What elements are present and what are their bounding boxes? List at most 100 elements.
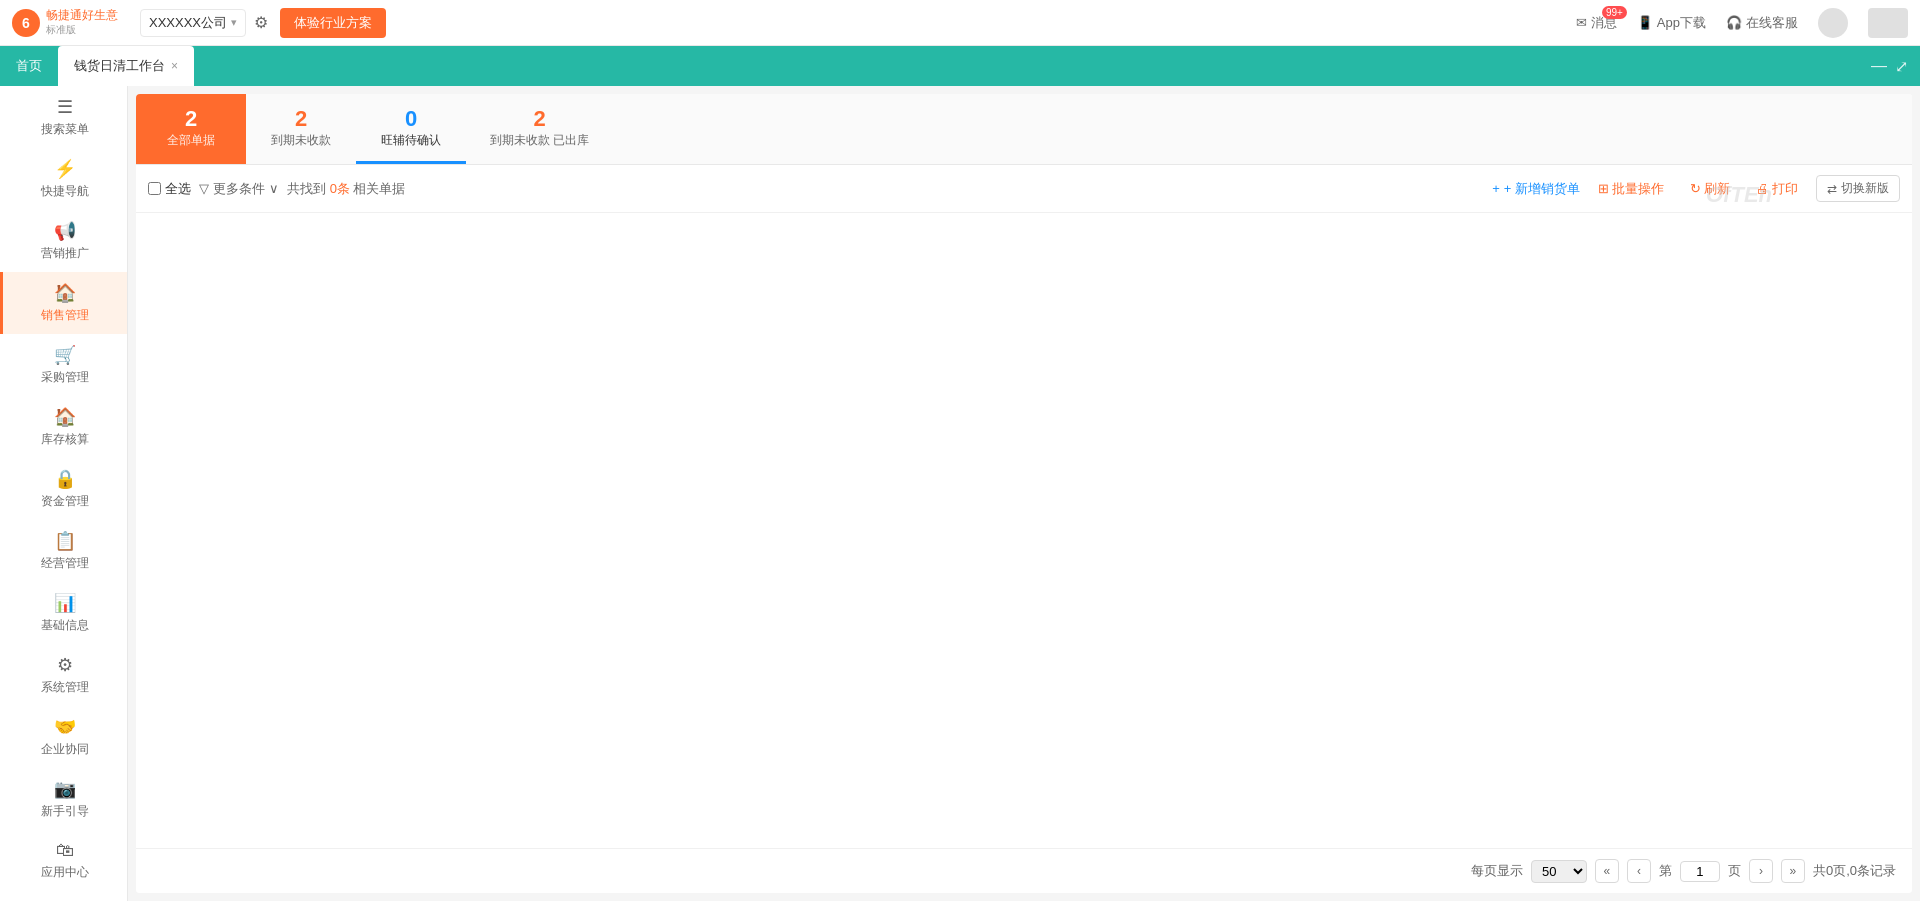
stat-label-overdue: 到期未收款 xyxy=(271,132,331,149)
sidebar-quick-nav-label: 快捷导航 xyxy=(41,183,89,200)
app-download-label: App下载 xyxy=(1657,14,1706,32)
company-name: XXXXXX公司 xyxy=(149,14,227,32)
sidebar-item-quick-nav[interactable]: ⚡ 快捷导航 xyxy=(0,148,127,210)
sidebar-sales-label: 销售管理 xyxy=(41,307,89,324)
sidebar-item-sales[interactable]: 🏠 销售管理 xyxy=(0,272,127,334)
stat-tab-wangdian[interactable]: 0 旺辅待确认 xyxy=(356,94,466,164)
close-tab-icon[interactable]: × xyxy=(171,59,178,73)
switch-icon: ⇄ xyxy=(1827,182,1837,196)
switch-label: 切换新版 xyxy=(1841,180,1889,197)
tab-work-bench[interactable]: 钱货日清工作台 × xyxy=(58,46,194,86)
menu-icon: ☰ xyxy=(57,96,73,118)
stat-tabs: 2 全部单据 2 到期未收款 0 旺辅待确认 2 到期未收款 已出库 xyxy=(136,94,1912,165)
avatar[interactable] xyxy=(1818,8,1848,38)
expand-icon[interactable]: ⤢ xyxy=(1895,57,1908,76)
stat-count-overdue-unshipped: 2 xyxy=(534,106,546,132)
refresh-label: 刷新 xyxy=(1704,180,1730,198)
stat-count-overdue: 2 xyxy=(295,106,307,132)
sidebar: ☰ 搜索菜单 ⚡ 快捷导航 📢 营销推广 🏠 销售管理 🛒 采购管理 🏠 库存核… xyxy=(0,86,128,901)
app-center-icon: 🛍 xyxy=(56,840,74,861)
page-number-input[interactable] xyxy=(1680,861,1720,882)
batch-operation-button[interactable]: ⊞ 批量操作 xyxy=(1590,176,1672,202)
sidebar-finance-label: 资金管理 xyxy=(41,493,89,510)
found-count: 0条 xyxy=(330,181,350,196)
message-item[interactable]: ✉ 消息 99+ xyxy=(1576,14,1617,32)
app-logo: 6 xyxy=(12,9,40,37)
first-page-button[interactable]: « xyxy=(1595,859,1619,883)
sidebar-item-purchase[interactable]: 🛒 采购管理 xyxy=(0,334,127,396)
sidebar-item-wechat[interactable]: 💬 企业微信 xyxy=(0,891,127,901)
sidebar-item-system[interactable]: ⚙ 系统管理 xyxy=(0,644,127,706)
system-icon: ⚙ xyxy=(57,654,73,676)
sidebar-search-label: 搜索菜单 xyxy=(41,121,89,138)
plus-icon: + xyxy=(1492,181,1500,196)
table-area xyxy=(136,213,1912,848)
sidebar-item-search[interactable]: ☰ 搜索菜单 xyxy=(0,86,127,148)
operations-icon: 📋 xyxy=(54,530,76,552)
sidebar-item-finance[interactable]: 🔒 资金管理 xyxy=(0,458,127,520)
app-download-item[interactable]: 📱 App下载 xyxy=(1637,14,1706,32)
sidebar-app-center-label: 应用中心 xyxy=(41,864,89,881)
minimize-icon[interactable]: — xyxy=(1871,57,1887,75)
new-btn-label: + 新增销货单 xyxy=(1504,180,1580,198)
refresh-button[interactable]: ↻ 刷新 xyxy=(1682,176,1738,202)
print-icon: 🖨 xyxy=(1756,181,1769,196)
app-download-icon: 📱 xyxy=(1637,15,1653,30)
sidebar-item-cooperation[interactable]: 🤝 企业协同 xyxy=(0,706,127,768)
toolbar: 全选 ▽ 更多条件 ∨ 共找到 0条 相关单据 + xyxy=(136,165,1912,213)
settings-icon[interactable]: ⚙ xyxy=(254,13,268,32)
select-all-checkbox[interactable]: 全选 xyxy=(148,180,191,198)
per-page-label: 每页显示 xyxy=(1471,862,1523,880)
sidebar-item-marketing[interactable]: 📢 营销推广 xyxy=(0,210,127,272)
stat-tab-all[interactable]: 2 全部单据 xyxy=(136,94,246,164)
trial-button[interactable]: 体验行业方案 xyxy=(280,8,386,38)
user-menu[interactable] xyxy=(1868,8,1908,38)
per-page-select[interactable]: 50 20 100 xyxy=(1531,860,1587,883)
filter-arrow-icon: ∨ xyxy=(269,181,279,196)
filter-icon: ▽ xyxy=(199,181,209,196)
select-all-input[interactable] xyxy=(148,182,161,195)
batch-icon: ⊞ xyxy=(1598,181,1609,196)
print-label: 打印 xyxy=(1772,180,1798,198)
sidebar-item-app-center[interactable]: 🛍 应用中心 xyxy=(0,830,127,891)
base-info-icon: 📊 xyxy=(54,592,76,614)
sidebar-item-operations[interactable]: 📋 经营管理 xyxy=(0,520,127,582)
print-button[interactable]: 🖨 打印 xyxy=(1748,176,1806,202)
filter-label: 更多条件 xyxy=(213,180,265,198)
found-suffix: 相关单据 xyxy=(353,181,405,196)
sidebar-guide-label: 新手引导 xyxy=(41,803,89,820)
inventory-icon: 🏠 xyxy=(54,406,76,428)
switch-new-version-button[interactable]: ⇄ 切换新版 xyxy=(1816,175,1900,202)
found-text: 共找到 0条 相关单据 xyxy=(287,180,405,198)
purchase-icon: 🛒 xyxy=(54,344,76,366)
next-page-button[interactable]: › xyxy=(1749,859,1773,883)
work-bench-tab-label: 钱货日清工作台 xyxy=(74,57,165,75)
pagination: 每页显示 50 20 100 « ‹ 第 页 › » 共0页,0条记录 xyxy=(136,848,1912,893)
online-service-item[interactable]: 🎧 在线客服 xyxy=(1726,14,1798,32)
sidebar-item-base-info[interactable]: 📊 基础信息 xyxy=(0,582,127,644)
stat-tab-overdue-unshipped[interactable]: 2 到期未收款 已出库 xyxy=(466,94,613,164)
stat-tab-overdue[interactable]: 2 到期未收款 xyxy=(246,94,356,164)
filter-button[interactable]: ▽ 更多条件 ∨ xyxy=(199,180,279,198)
app-version: 标准版 xyxy=(46,23,118,37)
new-order-button[interactable]: + + 新增销货单 xyxy=(1492,180,1580,198)
toolbar-left: 全选 ▽ 更多条件 ∨ 共找到 0条 相关单据 xyxy=(148,180,405,198)
online-service-label: 在线客服 xyxy=(1746,14,1798,32)
sidebar-inventory-label: 库存核算 xyxy=(41,431,89,448)
sidebar-base-info-label: 基础信息 xyxy=(41,617,89,634)
nav-tabs: 首页 钱货日清工作台 × — ⤢ xyxy=(0,46,1920,86)
top-header: 6 畅捷通好生意 标准版 XXXXXX公司 ▾ ⚙ 体验行业方案 ✉ 消息 99… xyxy=(0,0,1920,46)
stat-count-wangdian: 0 xyxy=(405,106,417,132)
prev-page-button[interactable]: ‹ xyxy=(1627,859,1651,883)
toolbar-right: + + 新增销货单 ⊞ 批量操作 ↻ 刷新 🖨 打印 xyxy=(1492,175,1900,202)
sidebar-item-guide[interactable]: 📷 新手引导 xyxy=(0,768,127,830)
tab-home[interactable]: 首页 xyxy=(0,46,58,86)
logo-area: 6 畅捷通好生意 标准版 xyxy=(12,8,140,38)
company-selector[interactable]: XXXXXX公司 ▾ xyxy=(140,9,246,37)
last-page-button[interactable]: » xyxy=(1781,859,1805,883)
sidebar-item-inventory[interactable]: 🏠 库存核算 xyxy=(0,396,127,458)
message-icon: ✉ xyxy=(1576,15,1587,30)
tab-actions: — ⤢ xyxy=(1871,57,1920,76)
page-suffix-label: 页 xyxy=(1728,862,1741,880)
sidebar-marketing-label: 营销推广 xyxy=(41,245,89,262)
